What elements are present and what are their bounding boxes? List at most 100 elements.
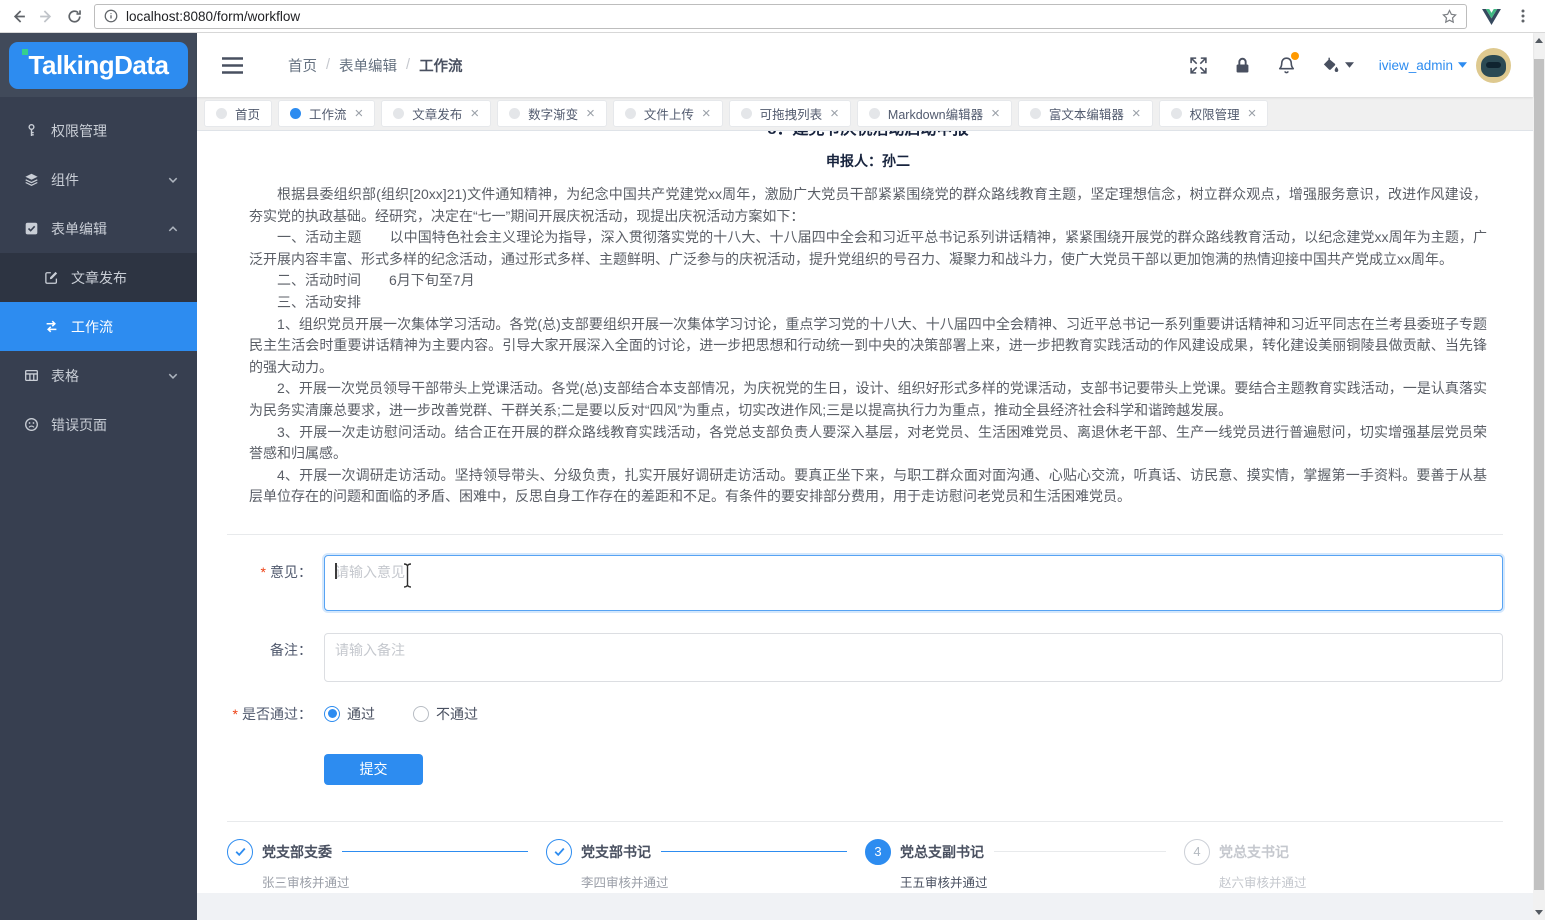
table-icon (24, 368, 39, 383)
tab-label: 权限管理 (1189, 108, 1240, 122)
tab-status-dot (868, 108, 880, 119)
text-caret (335, 562, 337, 579)
scroll-down-icon[interactable] (1533, 905, 1545, 920)
close-icon[interactable]: × (1248, 106, 1257, 121)
logo-area: TalkingData (0, 33, 197, 97)
scroll-up-icon[interactable] (1533, 33, 1545, 48)
radio-label: 通过 (347, 705, 375, 722)
close-icon[interactable]: × (702, 106, 711, 121)
breadcrumb-item[interactable]: 首页 (288, 55, 317, 76)
vue-devtools-icon[interactable] (1482, 8, 1501, 25)
step-content: 张三审核并通过 (262, 875, 350, 890)
breadcrumb-separator: / (326, 57, 331, 73)
tab-label: 数字渐变 (528, 108, 579, 122)
article-icon (44, 270, 59, 285)
user-menu[interactable]: iview_admin (1379, 47, 1511, 83)
paint-bucket-icon (1321, 56, 1340, 75)
app-frame: TalkingData 权限管理 组件 表单编辑 文章发布 工作流 表格 错误页面 首页 / 表… (0, 33, 1545, 920)
tab-home[interactable]: 首页 (204, 100, 273, 127)
breadcrumb-item[interactable]: 表单编辑 (339, 55, 397, 76)
sidebar-item-tables[interactable]: 表格 (0, 351, 197, 400)
browser-menu-icon[interactable] (1515, 8, 1531, 24)
tab-label: 文件上传 (643, 108, 694, 122)
close-icon[interactable]: × (991, 106, 1000, 121)
close-icon[interactable]: × (830, 106, 839, 121)
tab-workflow[interactable]: 工作流 × (278, 100, 376, 127)
opinion-row: 意见： (227, 554, 1503, 611)
close-icon[interactable]: × (1132, 106, 1141, 121)
notification-badge (1290, 51, 1299, 60)
sidebar-item-error-pages[interactable]: 错误页面 (0, 400, 197, 449)
opinion-label: 意见： (227, 555, 324, 611)
pass-row: 是否通过： 通过 不通过 (227, 704, 1503, 724)
tab-markdown-editor[interactable]: Markdown编辑器 × (856, 100, 1012, 127)
page: localhost:8080/form/workflow TalkingData… (0, 0, 1545, 920)
radio-label: 不通过 (436, 705, 478, 722)
step-circle (546, 838, 572, 865)
tab-permissions[interactable]: 权限管理 × (1158, 100, 1269, 127)
radio-fail[interactable]: 不通过 (413, 704, 478, 724)
sidebar-item-form-edit[interactable]: 表单编辑 (0, 204, 197, 253)
tab-label: 文章发布 (412, 108, 463, 122)
tab-status-dot (509, 108, 521, 119)
tab-status-dot (216, 108, 227, 119)
fullscreen-icon[interactable] (1189, 56, 1208, 75)
caret-down-icon (1458, 62, 1467, 68)
radio-circle[interactable] (324, 705, 340, 722)
page-info-icon[interactable] (104, 9, 118, 23)
sidebar-item-label: 错误页面 (51, 416, 107, 433)
chevron-down-icon (167, 370, 179, 382)
sidebar-item-label: 工作流 (71, 318, 113, 335)
tab-label: 首页 (235, 108, 261, 122)
sidebar-item-workflow[interactable]: 工作流 (0, 302, 197, 351)
browser-right (1478, 8, 1535, 25)
sidebar-item-article-publish[interactable]: 文章发布 (0, 253, 197, 302)
close-icon[interactable]: × (586, 106, 595, 121)
document-title: 8：建党节庆祝活动启动申报 (249, 131, 1487, 141)
radio-pass[interactable]: 通过 (324, 704, 375, 724)
theme-switcher[interactable] (1321, 56, 1354, 75)
close-icon[interactable]: × (470, 106, 479, 121)
url-bar[interactable]: localhost:8080/form/workflow (94, 3, 1467, 29)
tab-label: 富文本编辑器 (1048, 108, 1124, 122)
sidebar-item-label: 表格 (51, 367, 79, 384)
notification-bell-icon[interactable] (1277, 51, 1299, 75)
step-connector (994, 851, 1166, 853)
scrollbar (1533, 33, 1545, 920)
tab-rich-text-editor[interactable]: 富文本编辑器 × (1017, 100, 1153, 127)
close-icon[interactable]: × (355, 106, 364, 121)
tab-status-dot (624, 108, 636, 119)
browser-reload-icon[interactable] (66, 8, 83, 25)
browser-back-icon[interactable] (10, 8, 27, 25)
remark-textarea[interactable] (324, 632, 1503, 682)
tab-count-to[interactable]: 数字渐变 × (497, 100, 607, 127)
radio-circle[interactable] (413, 705, 429, 722)
browser-forward-icon[interactable] (38, 8, 55, 25)
sidebar-item-components[interactable]: 组件 (0, 155, 197, 204)
submit-button[interactable]: 提交 (324, 753, 423, 785)
tab-article-publish[interactable]: 文章发布 × (381, 100, 492, 127)
document-applicant: 申报人：孙二 (826, 153, 910, 169)
workflow-steps: 党支部支委 张三审核并通过 党支部书记 李四审核并通过 3 党总支副书记 王五审核并通过 4 党… (227, 822, 1503, 891)
tab-file-upload[interactable]: 文件上传 × (612, 100, 723, 127)
tab-status-dot (740, 108, 752, 119)
chevron-up-icon (167, 223, 179, 235)
tab-drag-list[interactable]: 可拖拽列表 × (728, 100, 851, 127)
talkingdata-logo[interactable]: TalkingData (9, 41, 188, 89)
tab-status-dot (1029, 108, 1041, 119)
tab-bar: 首页 工作流 × 文章发布 × 数字渐变 × 文件上传 × 可拖拽列表 × Markdown编辑器 × 富… (197, 97, 1533, 131)
remark-label: 备注： (270, 641, 312, 658)
header-actions: iview_admin (1189, 47, 1511, 83)
hamburger-menu-icon[interactable] (221, 56, 244, 75)
sidebar-item-permissions[interactable]: 权限管理 (0, 106, 197, 155)
opinion-textarea[interactable] (324, 554, 1503, 611)
bookmark-star-icon[interactable] (1442, 8, 1457, 24)
step-number: 4 (1193, 844, 1201, 860)
avatar[interactable] (1476, 47, 1511, 83)
breadcrumb-item: 工作流 (419, 58, 463, 75)
caret-down-icon (1344, 62, 1354, 68)
tab-label: 可拖拽列表 (759, 108, 823, 122)
lock-icon[interactable] (1233, 56, 1252, 75)
scrollbar-thumb[interactable] (1534, 59, 1544, 890)
tab-label: 工作流 (309, 108, 347, 122)
